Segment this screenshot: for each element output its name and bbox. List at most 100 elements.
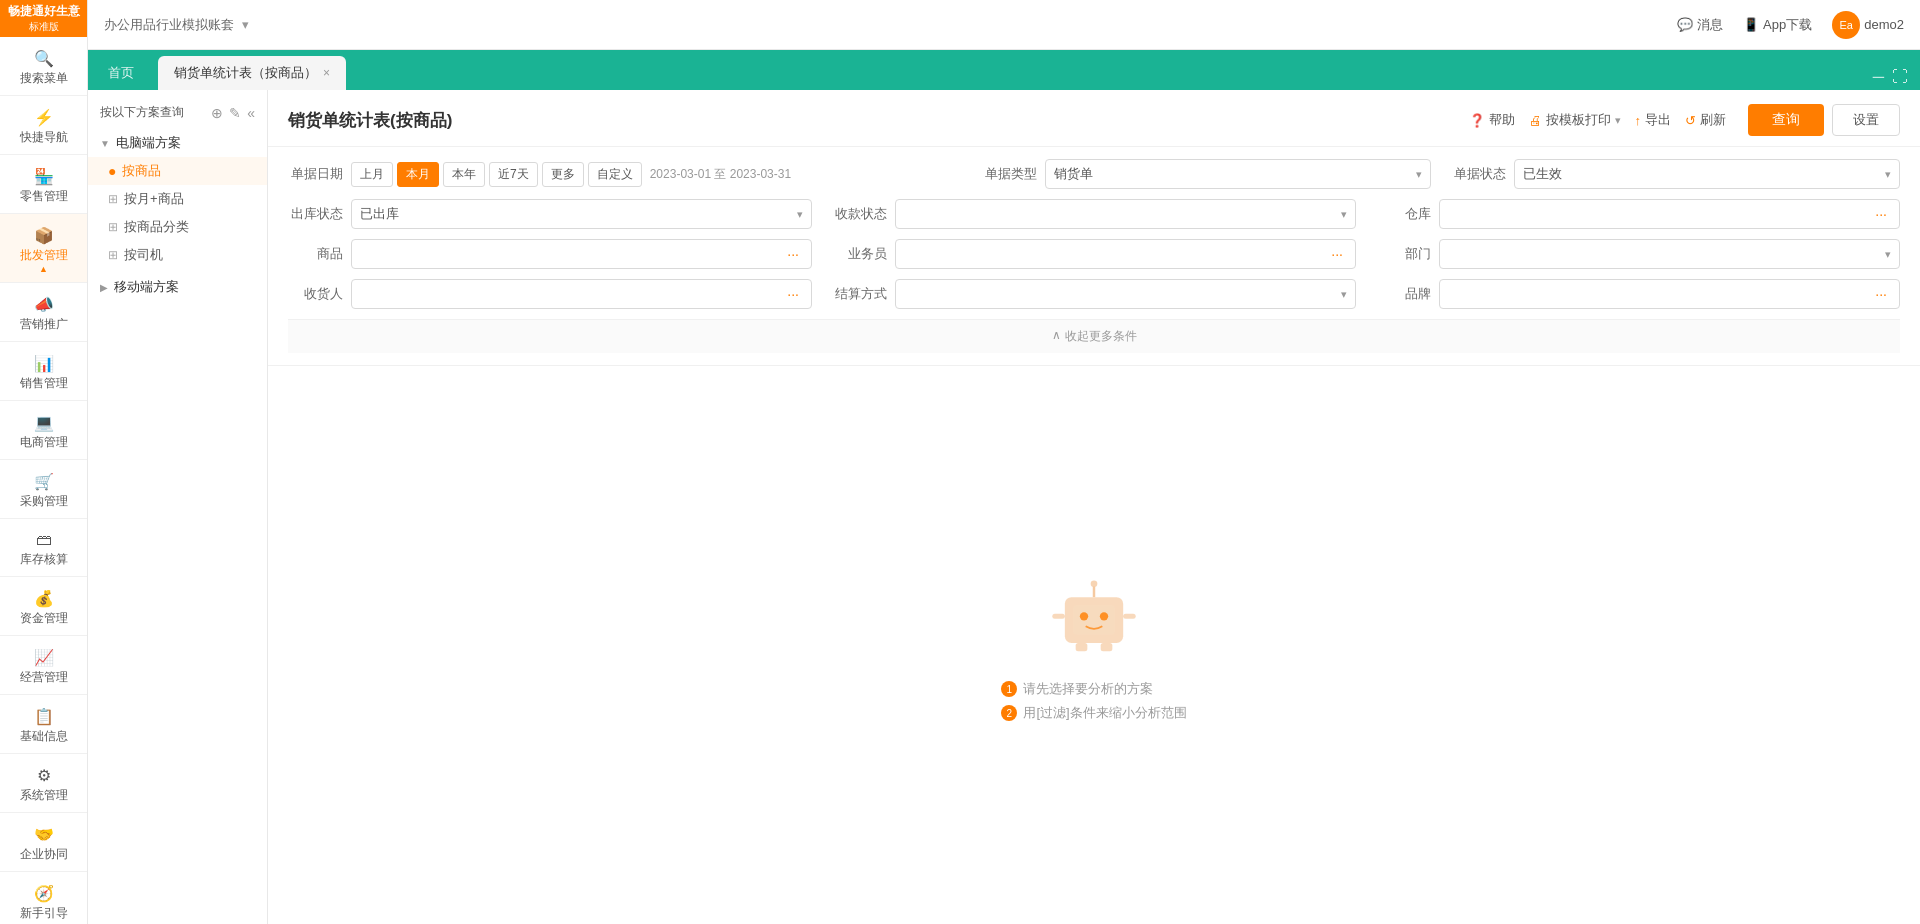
user-profile[interactable]: Ea demo2 (1832, 11, 1904, 39)
refresh-btn[interactable]: ↺ 刷新 (1685, 111, 1726, 129)
tree-item-by-category[interactable]: ⊞ 按商品分类 (88, 213, 267, 241)
svg-rect-1 (1073, 606, 1115, 635)
sidebar-item-management[interactable]: 📈 经营管理 (0, 636, 87, 695)
tip-text-1: 请先选择要分析的方案 (1023, 680, 1153, 698)
collapse-btn[interactable]: ∧ 收起更多条件 (288, 319, 1900, 353)
tree-mobile-expand-icon: ▶ (100, 282, 108, 293)
app-download-btn[interactable]: 📱 App下载 (1743, 16, 1812, 34)
dept-dropdown-icon: ▾ (1885, 248, 1891, 261)
empty-tip-2: 2 用[过滤]条件来缩小分析范围 (1001, 704, 1186, 722)
salesman-input[interactable]: ··· (895, 239, 1356, 269)
empty-tips: 1 请先选择要分析的方案 2 用[过滤]条件来缩小分析范围 (1001, 680, 1186, 722)
page-title: 销货单统计表(按商品) (288, 109, 452, 132)
collapse-panel-icon[interactable]: « (247, 105, 255, 121)
filter-dept-cell: 部门 ▾ (1376, 239, 1900, 269)
tree-item-by-driver[interactable]: ⊞ 按司机 (88, 241, 267, 269)
sidebar: 畅捷通好生意 标准版 🔍 搜索菜单 ⚡ 快捷导航 🏪 零售管理 📦 批发管理 ▲… (0, 0, 88, 924)
docstatus-select[interactable]: 已生效 ▾ (1514, 159, 1900, 189)
username-label: demo2 (1864, 17, 1904, 32)
right-content: 销货单统计表(按商品) ❓ 帮助 🖨 按模板打印 ▾ ↑ 导出 (268, 90, 1920, 924)
message-btn[interactable]: 💬 消息 (1677, 16, 1723, 34)
help-icon: ❓ (1469, 113, 1485, 128)
sidebar-quick-nav[interactable]: ⚡ 快捷导航 (0, 96, 87, 155)
tree-item-by-goods[interactable]: ● 按商品 (88, 157, 267, 185)
payment-label: 收款状态 (832, 205, 887, 223)
warehouse-input[interactable]: ··· (1439, 199, 1900, 229)
goods-input[interactable]: ··· (351, 239, 812, 269)
tab-minimize-icon[interactable]: ─ (1873, 68, 1884, 86)
tree-mobile-section[interactable]: ▶ 移动端方案 (88, 273, 267, 301)
print-btn[interactable]: 🖨 按模板打印 ▾ (1529, 111, 1621, 129)
date-this-month-btn[interactable]: 本月 (397, 162, 439, 187)
add-scheme-icon[interactable]: ⊕ (211, 105, 223, 121)
doctype-value: 销货单 (1054, 165, 1093, 183)
tab-maximize-icon[interactable]: ⛶ (1892, 68, 1908, 86)
sidebar-item-inventory[interactable]: 🗃 库存核算 (0, 519, 87, 577)
tab-active[interactable]: 销货单统计表（按商品） × (158, 56, 346, 90)
avatar: Ea (1832, 11, 1860, 39)
tab-close-icon[interactable]: × (323, 66, 330, 80)
sidebar-item-system[interactable]: ⚙ 系统管理 (0, 754, 87, 813)
storage-select[interactable]: 已出库 ▾ (351, 199, 812, 229)
goods-ellipsis-icon[interactable]: ··· (783, 246, 803, 262)
date-more-btn[interactable]: 更多 (542, 162, 584, 187)
payment-select[interactable]: ▾ (895, 199, 1356, 229)
salesman-ellipsis-icon[interactable]: ··· (1327, 246, 1347, 262)
storage-dropdown-icon: ▾ (797, 208, 803, 221)
warehouse-ellipsis-icon[interactable]: ··· (1871, 206, 1891, 222)
filter-date-cell: 单据日期 上月 本月 本年 近7天 (288, 162, 962, 187)
date-this-year-btn[interactable]: 本年 (443, 162, 485, 187)
sidebar-item-finance[interactable]: 💰 资金管理 (0, 577, 87, 636)
doctype-select[interactable]: 销货单 ▾ (1045, 159, 1431, 189)
brand-input[interactable]: ··· (1439, 279, 1900, 309)
tree-item-icon-3: ⊞ (108, 248, 118, 262)
collapse-up-icon: ∧ (1052, 328, 1061, 345)
filter-recipient-cell: 收货人 ··· (288, 279, 812, 309)
settlement-dropdown-icon: ▾ (1341, 288, 1347, 301)
settlement-select[interactable]: ▾ (895, 279, 1356, 309)
recipient-ellipsis-icon[interactable]: ··· (783, 286, 803, 302)
empty-state: 1 请先选择要分析的方案 2 用[过滤]条件来缩小分析范围 (268, 366, 1920, 924)
svg-point-5 (1091, 581, 1098, 588)
date-last-month-btn[interactable]: 上月 (351, 162, 393, 187)
sidebar-item-purchase[interactable]: 🛒 采购管理 (0, 460, 87, 519)
brand-ellipsis-icon[interactable]: ··· (1871, 286, 1891, 302)
filter-salesman-cell: 业务员 ··· (832, 239, 1356, 269)
content-area: 按以下方案查询 ⊕ ✎ « ▼ 电脑端方案 ● 按商品 ⊞ 按月+商品 ⊞ (88, 90, 1920, 924)
date-7days-btn[interactable]: 近7天 (489, 162, 538, 187)
sidebar-item-ecommerce[interactable]: 💻 电商管理 (0, 401, 87, 460)
docstatus-label: 单据状态 (1451, 165, 1506, 183)
svg-rect-8 (1076, 643, 1088, 651)
sidebar-item-guide[interactable]: 🧭 新手引导 (0, 872, 87, 924)
tab-home[interactable]: 首页 (88, 56, 154, 90)
help-btn[interactable]: ❓ 帮助 (1469, 111, 1515, 129)
query-button[interactable]: 查询 (1748, 104, 1824, 136)
tree-item-by-month-goods[interactable]: ⊞ 按月+商品 (88, 185, 267, 213)
export-btn[interactable]: ↑ 导出 (1635, 111, 1672, 129)
doctype-label: 单据类型 (982, 165, 1037, 183)
tip-num-2: 2 (1001, 705, 1017, 721)
tree-pc-section[interactable]: ▼ 电脑端方案 (88, 129, 267, 157)
svg-rect-7 (1123, 614, 1136, 619)
dept-label: 部门 (1376, 245, 1431, 263)
svg-point-3 (1100, 612, 1108, 620)
salesman-label: 业务员 (832, 245, 887, 263)
sidebar-item-collab[interactable]: 🤝 企业协同 (0, 813, 87, 872)
sidebar-item-sales[interactable]: 📊 销售管理 (0, 342, 87, 401)
sidebar-item-wholesale[interactable]: 📦 批发管理 ▲ (0, 214, 87, 283)
header-left: 办公用品行业模拟账套 ▾ (104, 16, 249, 34)
svg-rect-9 (1101, 643, 1113, 651)
dept-select[interactable]: ▾ (1439, 239, 1900, 269)
sidebar-item-retail[interactable]: 🏪 零售管理 (0, 155, 87, 214)
recipient-input[interactable]: ··· (351, 279, 812, 309)
left-panel-title: 按以下方案查询 (100, 104, 184, 121)
sidebar-search[interactable]: 🔍 搜索菜单 (0, 37, 87, 96)
settings-button[interactable]: 设置 (1832, 104, 1900, 136)
edit-scheme-icon[interactable]: ✎ (229, 105, 241, 121)
date-custom-btn[interactable]: 自定义 (588, 162, 642, 187)
sidebar-item-marketing[interactable]: 📣 营销推广 (0, 283, 87, 342)
settlement-label: 结算方式 (832, 285, 887, 303)
sidebar-item-basic[interactable]: 📋 基础信息 (0, 695, 87, 754)
app-logo-subtext: 标准版 (8, 20, 80, 33)
print-dropdown-icon[interactable]: ▾ (1615, 114, 1621, 127)
